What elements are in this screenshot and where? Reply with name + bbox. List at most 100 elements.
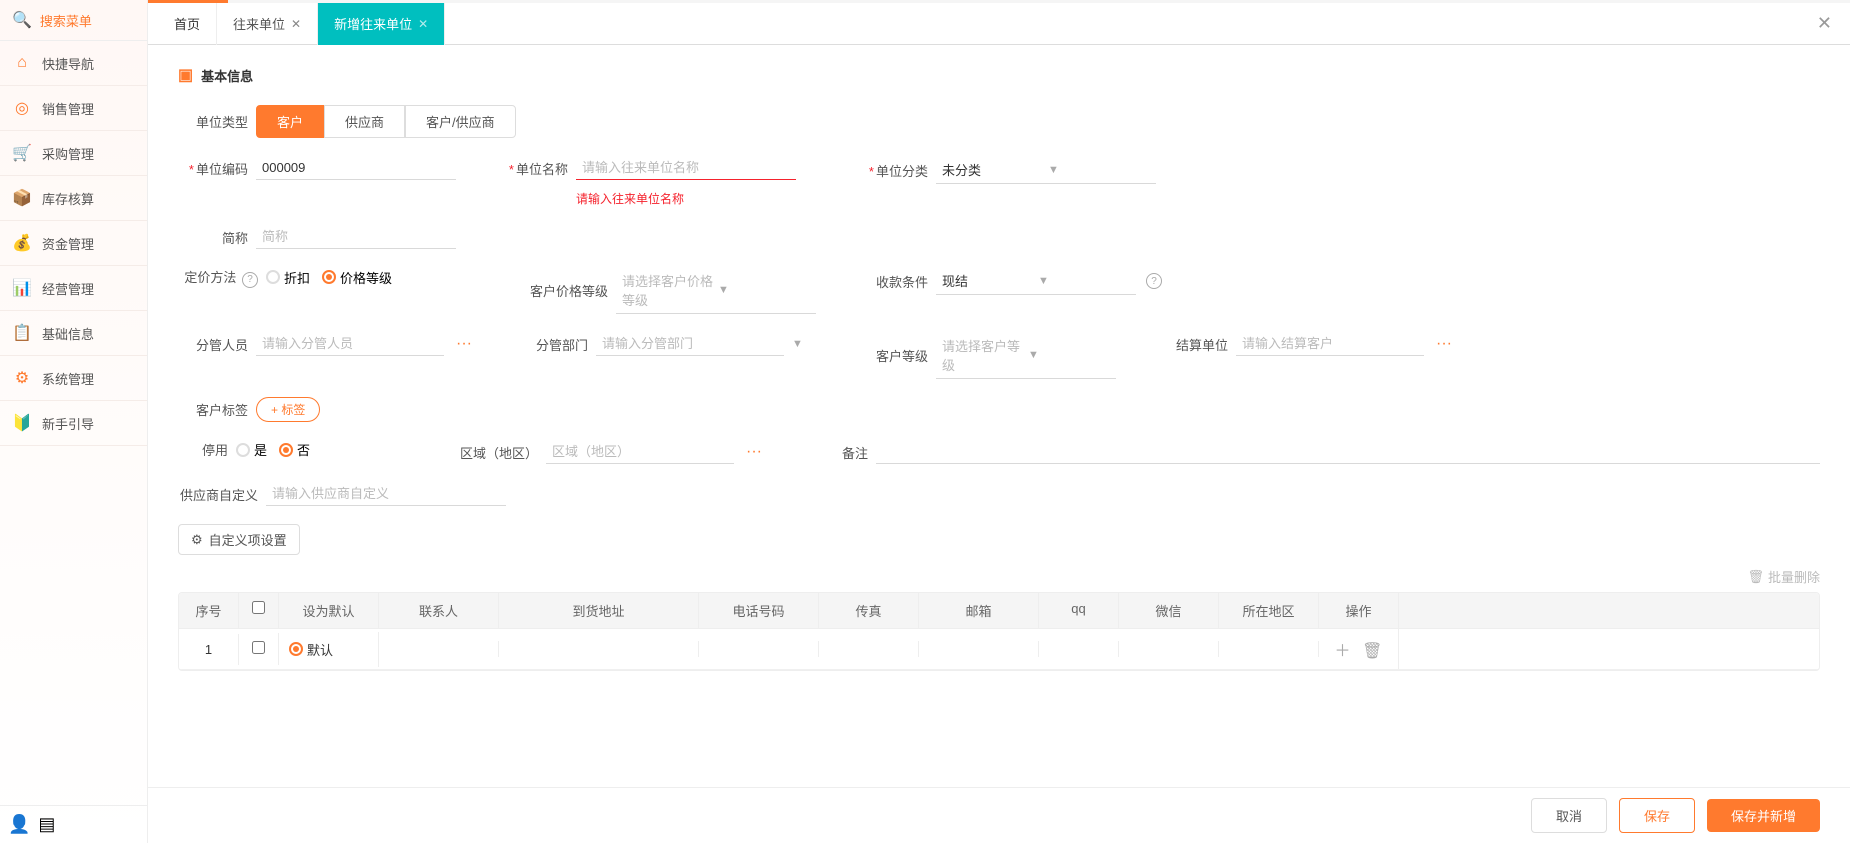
add-row-btn[interactable]: ＋ (1331, 643, 1355, 660)
price-level-radio (322, 270, 336, 284)
unit-name-label: *单位名称 (498, 159, 568, 178)
payment-terms-select[interactable]: 现结 ▼ (936, 267, 1136, 295)
window-close-button[interactable]: ✕ (1809, 13, 1840, 34)
form-row-manager: 分管人员 ··· 分管部门 ▼ 客户等级 请选择客户等级 ▼ 结算单位 (178, 332, 1820, 379)
sidebar-item-basic-info[interactable]: 📋 基础信息 (0, 311, 147, 356)
sidebar-item-operations[interactable]: 📊 经营管理 (0, 266, 147, 311)
unit-btn-customer[interactable]: 客户 (256, 105, 324, 138)
discount-label: 折扣 (284, 268, 310, 287)
custom-settings-button[interactable]: ⚙ 自定义项设置 (178, 524, 300, 555)
default-radio-item[interactable]: 默认 (289, 640, 368, 659)
unit-btn-both[interactable]: 客户/供应商 (405, 105, 516, 138)
settlement-input[interactable] (1236, 332, 1424, 356)
search-menu[interactable]: 🔍 搜索菜单 (0, 0, 147, 41)
region-more-btn[interactable]: ··· (742, 443, 766, 461)
chevron-down-icon: ▼ (1048, 164, 1150, 176)
manager-more-btn[interactable]: ··· (452, 335, 476, 353)
unit-category-select[interactable]: 未分类 ▼ (936, 156, 1156, 184)
disabled-no-radio (279, 443, 293, 457)
batch-delete-button[interactable]: 🗑 批量删除 (178, 567, 1820, 586)
unit-code-input[interactable] (256, 156, 456, 180)
form-row-pricing: 定价方法 ? 折扣 价格等级 客户价格等级 (178, 267, 1820, 314)
unit-name-group: *单位名称 请输入往来单位名称 (498, 156, 858, 207)
tab-home[interactable]: 首页 (158, 3, 217, 45)
delete-row-btn[interactable]: 🗑 (1358, 643, 1386, 660)
sidebar-bar-icon[interactable]: ▤ (38, 814, 55, 835)
td-email (919, 641, 1039, 657)
sidebar-item-beginner[interactable]: 🔰 新手引导 (0, 401, 147, 446)
form-row-disabled: 停用 是 否 区域（地区） ··· (178, 440, 1820, 464)
sidebar-item-system[interactable]: ⚙ 系统管理 (0, 356, 147, 401)
pricing-help-icon[interactable]: ? (242, 272, 258, 288)
unit-category-group: *单位分类 未分类 ▼ (858, 156, 1218, 184)
remarks-input[interactable] (876, 440, 1820, 464)
save-add-button[interactable]: 保存并新增 (1707, 799, 1820, 832)
sidebar-item-label: 资金管理 (42, 234, 94, 253)
department-input[interactable] (596, 332, 784, 356)
abbr-group: 简称 (178, 225, 498, 249)
manager-input[interactable] (256, 332, 444, 356)
form-content: ▣ 基本信息 单位类型 客户 供应商 客户/供应商 *单位编码 * (148, 45, 1850, 787)
customer-price-level-select[interactable]: 请选择客户价格等级 ▼ (616, 267, 816, 314)
purchase-icon: 🛒 (12, 143, 32, 163)
settlement-label: 结算单位 (1158, 335, 1228, 354)
save-button[interactable]: 保存 (1619, 798, 1695, 833)
tab-new-contact[interactable]: 新增往来单位 ✕ (318, 3, 445, 45)
tab-contacts-close[interactable]: ✕ (291, 17, 301, 31)
td-op: ＋ 🗑 (1319, 629, 1399, 669)
customer-level-label: 客户等级 (858, 346, 928, 365)
tab-contacts[interactable]: 往来单位 ✕ (217, 3, 318, 45)
sales-icon: ◎ (12, 98, 32, 118)
sidebar-item-sales[interactable]: ◎ 销售管理 (0, 86, 147, 131)
settlement-more-btn[interactable]: ··· (1432, 335, 1456, 353)
cancel-button[interactable]: 取消 (1531, 798, 1607, 833)
sidebar-item-label: 系统管理 (42, 369, 94, 388)
unit-name-input[interactable] (576, 156, 796, 180)
supplier-custom-input[interactable] (266, 482, 506, 506)
payment-help-icon[interactable]: ? (1146, 273, 1162, 289)
unit-code-label: *单位编码 (178, 159, 248, 178)
pricing-radio-discount[interactable]: 折扣 (266, 268, 310, 287)
tab-new-contact-close[interactable]: ✕ (418, 17, 428, 31)
sidebar-item-inventory[interactable]: 📦 库存核算 (0, 176, 147, 221)
row-checkbox[interactable] (252, 641, 265, 654)
table-row: 1 默认 ＋ (179, 629, 1819, 670)
contacts-table: 序号 设为默认 联系人 到货地址 电话号码 传真 邮箱 qq 微信 所在地区 操… (178, 592, 1820, 671)
td-default[interactable]: 默认 (279, 632, 379, 667)
search-label: 搜索菜单 (40, 11, 92, 30)
pricing-radio-price-level[interactable]: 价格等级 (322, 268, 392, 287)
td-check[interactable] (239, 633, 279, 665)
pricing-radio-group: 折扣 价格等级 (266, 268, 392, 287)
unit-btn-supplier[interactable]: 供应商 (324, 105, 405, 138)
sidebar-item-finance[interactable]: 💰 资金管理 (0, 221, 147, 266)
add-tag-button[interactable]: + 标签 (256, 397, 320, 422)
th-default: 设为默认 (279, 593, 379, 628)
th-addr: 到货地址 (499, 593, 699, 628)
disabled-no[interactable]: 否 (279, 440, 310, 459)
customer-level-group: 客户等级 请选择客户等级 ▼ (858, 332, 1158, 379)
sidebar-item-label: 采购管理 (42, 144, 94, 163)
customer-level-select[interactable]: 请选择客户等级 ▼ (936, 332, 1116, 379)
th-check[interactable] (239, 593, 279, 628)
payment-terms-chevron-icon: ▼ (1038, 275, 1130, 287)
region-input[interactable] (546, 440, 734, 464)
customer-price-level-label: 客户价格等级 (518, 281, 608, 300)
payment-terms-group: 收款条件 现结 ▼ ? (858, 267, 1218, 295)
operations-icon: 📊 (12, 278, 32, 298)
disabled-yes-radio (236, 443, 250, 457)
sidebar-item-quick-nav[interactable]: ⌂ 快捷导航 (0, 41, 147, 86)
pricing-label: 定价方法 ? (178, 267, 258, 288)
sidebar-item-label: 库存核算 (42, 189, 94, 208)
sidebar-item-label: 新手引导 (42, 414, 94, 433)
sidebar-user-icon[interactable]: 👤 (8, 814, 30, 835)
tab-contacts-label: 往来单位 (233, 14, 285, 33)
sidebar-item-label: 经营管理 (42, 279, 94, 298)
header-checkbox[interactable] (252, 601, 265, 614)
abbr-input[interactable] (256, 225, 456, 249)
price-level-chevron-icon: ▼ (718, 284, 810, 296)
table-header: 序号 设为默认 联系人 到货地址 电话号码 传真 邮箱 qq 微信 所在地区 操… (179, 593, 1819, 629)
section-title-label: 基本信息 (201, 66, 253, 85)
sidebar-item-purchase[interactable]: 🛒 采购管理 (0, 131, 147, 176)
disabled-yes[interactable]: 是 (236, 440, 267, 459)
manager-label: 分管人员 (178, 335, 248, 354)
